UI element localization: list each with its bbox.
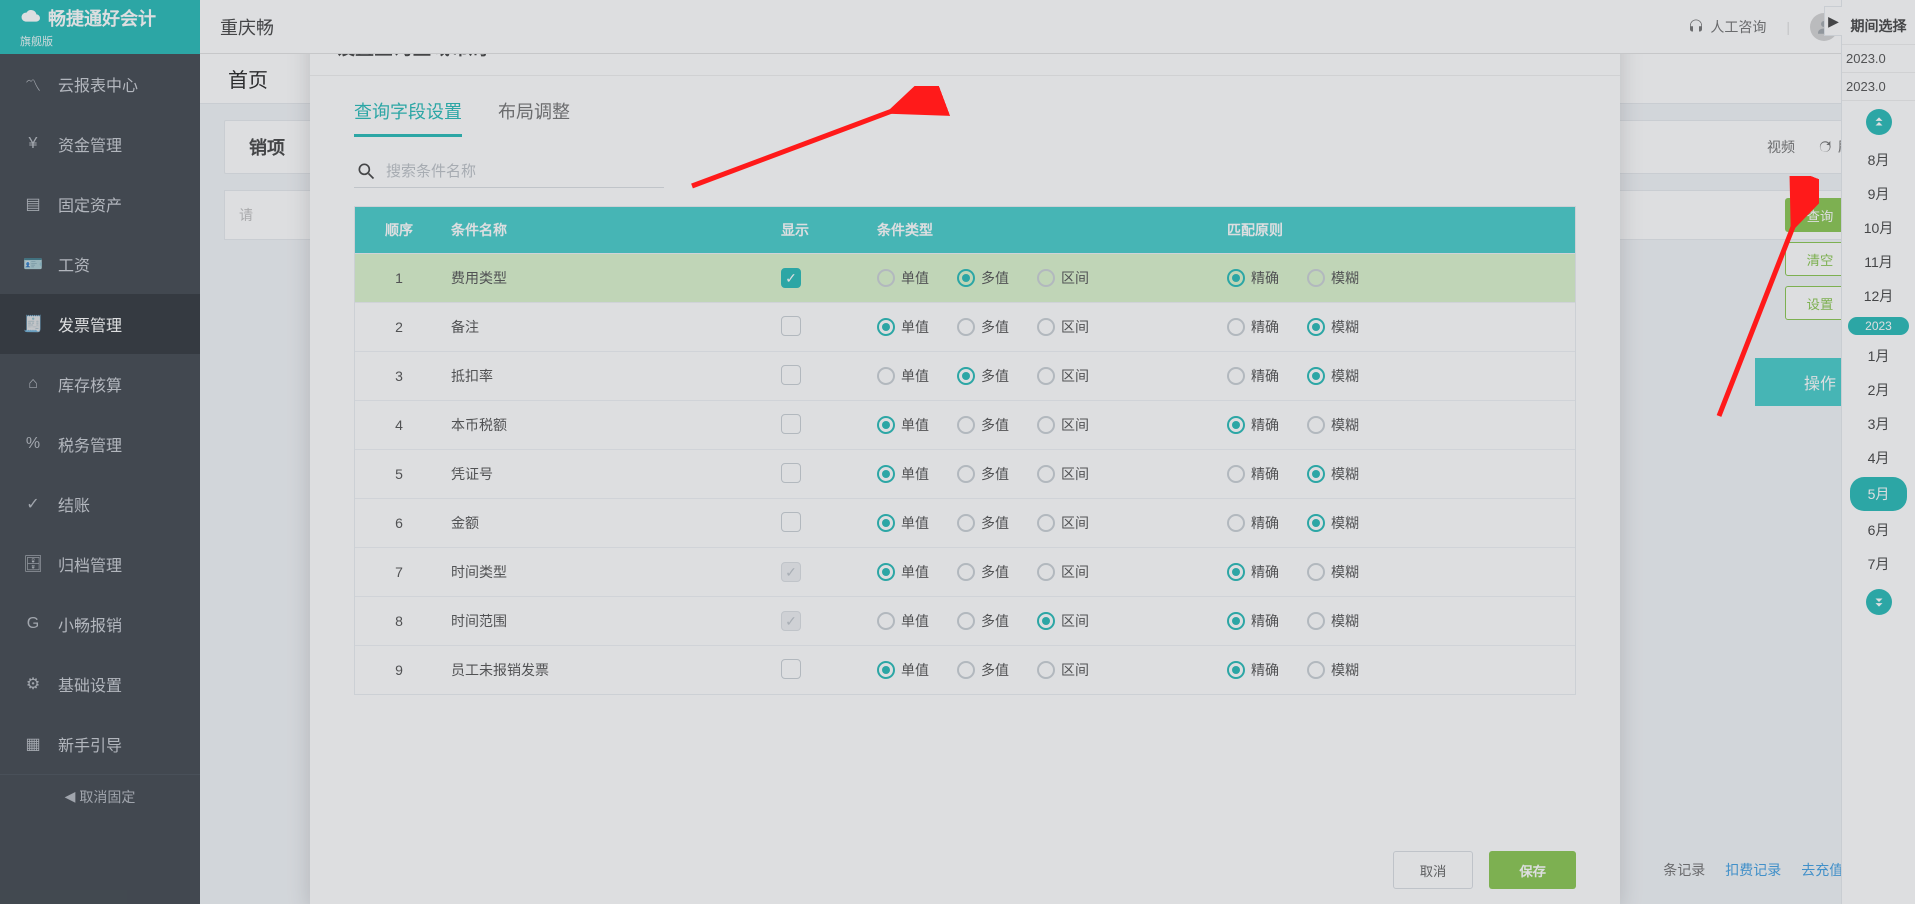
modal-overlay[interactable]	[0, 0, 1915, 904]
